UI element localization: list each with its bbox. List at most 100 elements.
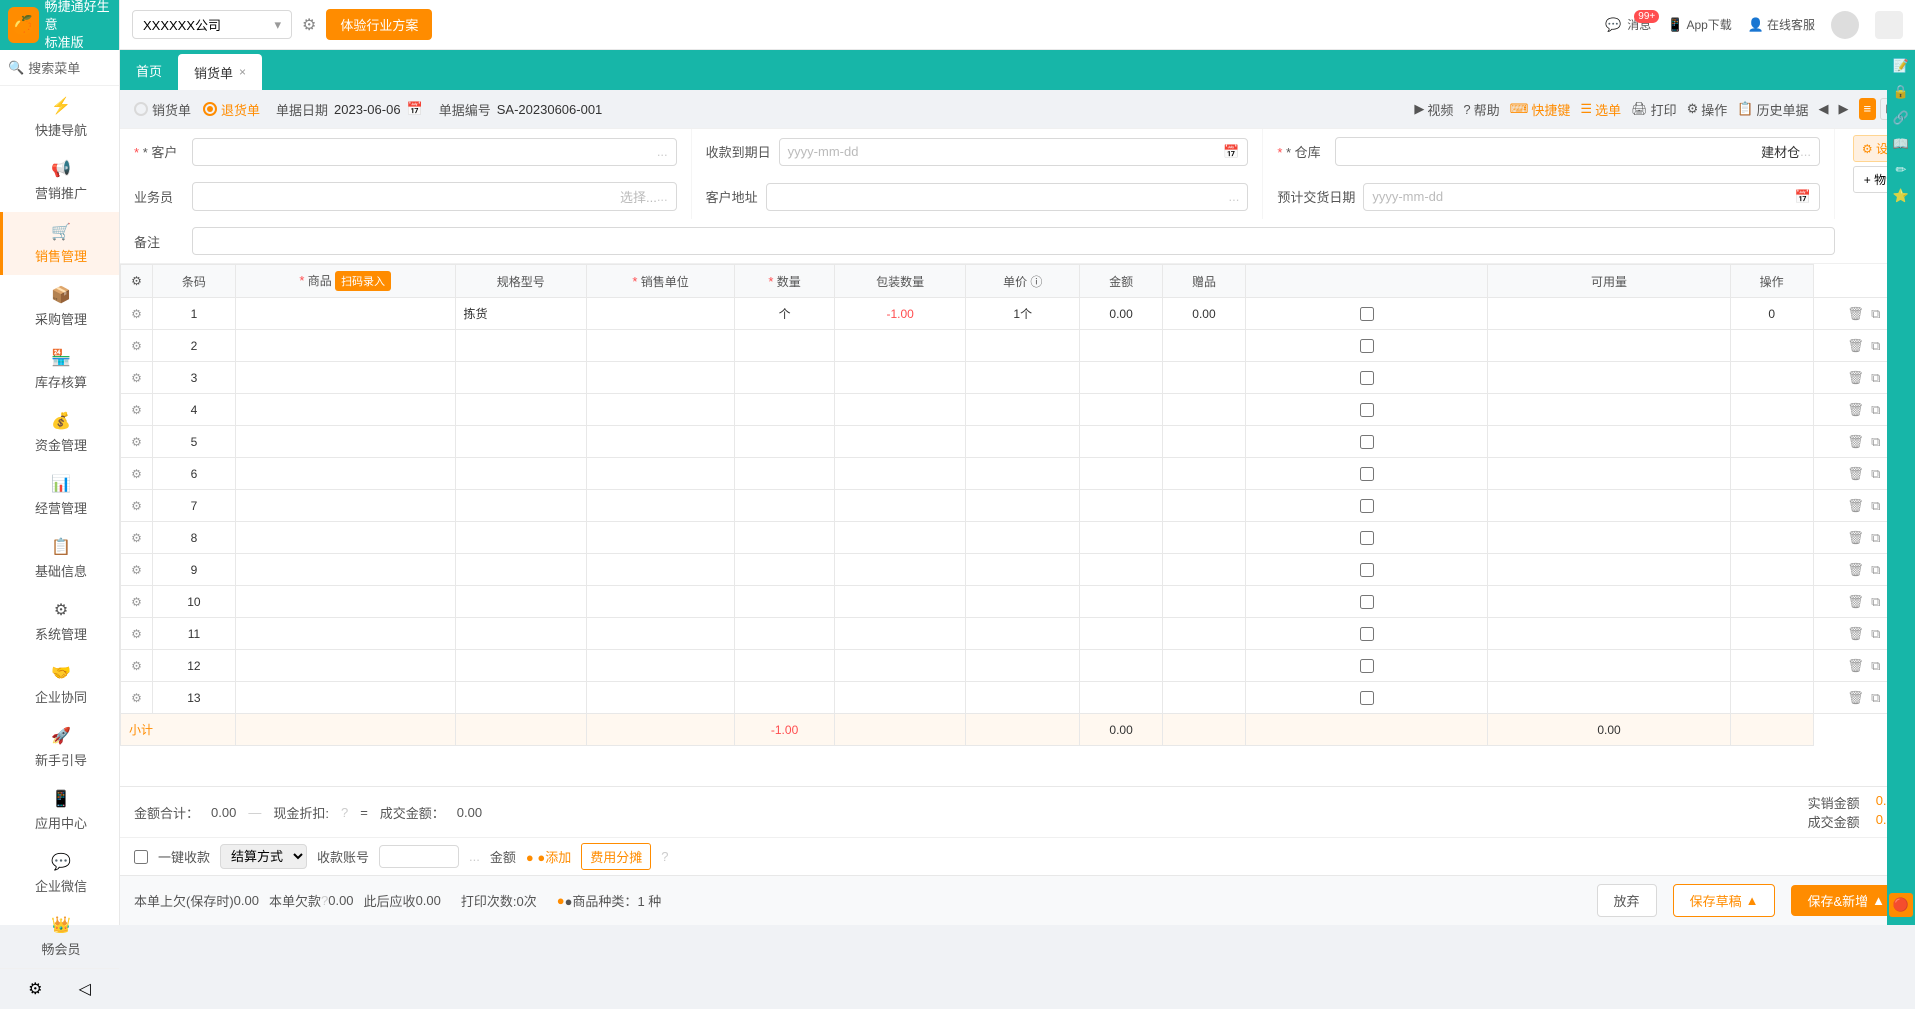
row-gift[interactable] [1245, 490, 1487, 522]
expected-delivery-input[interactable]: yyyy-mm-dd 📅 [1363, 183, 1820, 211]
next-icon[interactable]: ▶ [1839, 101, 1849, 117]
row-pack-qty[interactable] [966, 458, 1080, 490]
copy-icon[interactable]: ⧉ [1871, 370, 1880, 385]
right-panel-link[interactable]: 🔗 [1889, 106, 1913, 130]
payment-help-icon[interactable]: ? [661, 849, 668, 864]
row-pack-qty[interactable] [966, 618, 1080, 650]
row-gift[interactable] [1245, 330, 1487, 362]
row-spec[interactable] [586, 298, 734, 330]
sidebar-item-marketing[interactable]: 📢 营销推广 [0, 149, 119, 212]
right-panel-edit[interactable]: ✏ [1889, 158, 1913, 182]
row-gift[interactable] [1245, 618, 1487, 650]
row-gift[interactable] [1245, 554, 1487, 586]
row-unit[interactable] [735, 682, 835, 714]
sidebar-item-purchase[interactable]: 📦 采购管理 [0, 275, 119, 338]
delete-icon[interactable]: 🗑 [1847, 530, 1864, 545]
row-qty[interactable] [834, 682, 965, 714]
operation-button[interactable]: ⚙ 操作 [1687, 100, 1728, 119]
row-barcode[interactable] [235, 426, 455, 458]
sidebar-item-system[interactable]: ⚙ 系统管理 [0, 590, 119, 653]
row-spec[interactable] [586, 554, 734, 586]
row-qty[interactable] [834, 618, 965, 650]
row-gift[interactable] [1245, 458, 1487, 490]
sidebar-item-business[interactable]: 📊 经营管理 [0, 464, 119, 527]
row-pack-qty[interactable] [966, 554, 1080, 586]
row-gift[interactable] [1245, 426, 1487, 458]
delete-icon[interactable]: 🗑 [1847, 626, 1864, 641]
message-button[interactable]: 💬 99+ 消息 [1605, 16, 1651, 33]
right-panel-notes[interactable]: 📝 [1889, 54, 1913, 78]
row-settings[interactable]: ⚙ [121, 618, 153, 650]
settings-bottom-icon[interactable]: ⚙ [28, 979, 42, 999]
row-qty[interactable] [834, 586, 965, 618]
sidebar-item-apps[interactable]: 📱 应用中心 [0, 779, 119, 842]
row-spec[interactable] [586, 586, 734, 618]
copy-icon[interactable]: ⧉ [1871, 402, 1880, 417]
row-product[interactable] [455, 682, 586, 714]
discount-help-icon[interactable]: ? [341, 805, 348, 820]
row-barcode[interactable] [235, 330, 455, 362]
abandon-button[interactable]: 放弃 [1597, 884, 1657, 917]
row-pack-qty[interactable] [966, 522, 1080, 554]
copy-icon[interactable]: ⧉ [1871, 658, 1880, 673]
delete-icon[interactable]: 🗑 [1847, 466, 1864, 481]
list-view-icon[interactable]: ≡ [1859, 98, 1877, 120]
row-settings[interactable]: ⚙ [121, 426, 153, 458]
row-settings[interactable]: ⚙ [121, 458, 153, 490]
row-barcode[interactable] [235, 682, 455, 714]
sidebar-item-quick-nav[interactable]: ⚡ 快捷导航 [0, 86, 119, 149]
sidebar-item-inventory[interactable]: 🏪 库存核算 [0, 338, 119, 401]
add-payment-button[interactable]: ● ●添加 [526, 847, 571, 866]
right-panel-lock[interactable]: 🔒 [1889, 80, 1913, 104]
row-gift[interactable] [1245, 394, 1487, 426]
row-settings[interactable]: ⚙ [121, 650, 153, 682]
row-spec[interactable] [586, 618, 734, 650]
row-qty[interactable] [834, 330, 965, 362]
row-settings[interactable]: ⚙ [121, 394, 153, 426]
row-unit[interactable] [735, 554, 835, 586]
user-menu[interactable] [1875, 11, 1903, 39]
row-amount[interactable] [1163, 490, 1246, 522]
row-unit-price[interactable] [1080, 618, 1163, 650]
delete-icon[interactable]: 🗑 [1847, 402, 1864, 417]
row-unit-price[interactable] [1080, 458, 1163, 490]
row-pack-qty[interactable] [966, 394, 1080, 426]
row-barcode[interactable] [235, 490, 455, 522]
row-amount[interactable] [1163, 394, 1246, 426]
radio-return-order[interactable]: 退货单 [203, 100, 260, 119]
row-barcode[interactable] [235, 298, 455, 330]
delete-icon[interactable]: 🗑 [1847, 594, 1864, 609]
row-unit[interactable] [735, 394, 835, 426]
row-pack-qty[interactable]: 1个 [966, 298, 1080, 330]
copy-icon[interactable]: ⧉ [1871, 434, 1880, 449]
row-unit[interactable] [735, 458, 835, 490]
row-barcode[interactable] [235, 522, 455, 554]
help-due-icon[interactable]: ? [321, 893, 328, 908]
tab-home[interactable]: 首页 [120, 50, 178, 90]
user-avatar[interactable] [1831, 11, 1859, 39]
row-unit[interactable] [735, 426, 835, 458]
delete-icon[interactable]: 🗑 [1847, 434, 1864, 449]
row-spec[interactable] [586, 330, 734, 362]
copy-icon[interactable]: ⧉ [1871, 690, 1880, 705]
sidebar-search[interactable]: 🔍 搜索菜单 [0, 50, 119, 86]
row-gift[interactable] [1245, 522, 1487, 554]
save-draft-button[interactable]: 保存草稿 ▲ [1673, 884, 1776, 917]
row-unit-price[interactable] [1080, 650, 1163, 682]
delete-icon[interactable]: 🗑 [1847, 562, 1864, 577]
row-unit[interactable] [735, 362, 835, 394]
row-spec[interactable] [586, 394, 734, 426]
row-product[interactable] [455, 490, 586, 522]
sidebar-item-guide[interactable]: 🚀 新手引导 [0, 716, 119, 779]
customer-input[interactable]: ... [192, 138, 677, 166]
row-spec[interactable] [586, 458, 734, 490]
tab-close-icon[interactable]: × [239, 65, 246, 79]
row-qty[interactable] [834, 394, 965, 426]
row-product[interactable] [455, 394, 586, 426]
row-gift[interactable] [1245, 298, 1487, 330]
row-amount[interactable]: 0.00 [1163, 298, 1246, 330]
row-amount[interactable] [1163, 618, 1246, 650]
copy-icon[interactable]: ⧉ [1871, 562, 1880, 577]
row-qty[interactable] [834, 650, 965, 682]
copy-icon[interactable]: ⧉ [1871, 498, 1880, 513]
